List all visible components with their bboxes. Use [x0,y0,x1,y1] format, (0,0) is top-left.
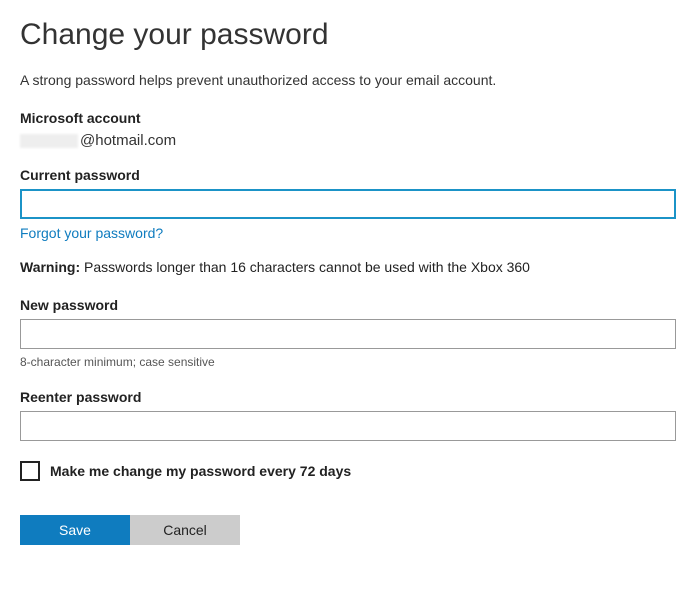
save-button[interactable]: Save [20,515,130,545]
reenter-password-label: Reenter password [20,389,680,405]
new-password-input[interactable] [20,319,676,349]
new-password-hint: 8-character minimum; case sensitive [20,355,680,369]
force-change-checkbox[interactable] [20,461,40,481]
warning-body: Passwords longer than 16 characters cann… [80,259,530,275]
account-username-redacted [20,134,78,148]
warning-text: Warning: Passwords longer than 16 charac… [20,259,680,275]
account-domain: @hotmail.com [80,132,176,149]
cancel-button[interactable]: Cancel [130,515,240,545]
warning-prefix: Warning: [20,259,80,275]
force-change-label: Make me change my password every 72 days [50,463,351,479]
page-title: Change your password [20,18,680,52]
reenter-password-input[interactable] [20,411,676,441]
current-password-input[interactable] [20,189,676,219]
account-email: @hotmail.com [20,132,680,149]
account-label: Microsoft account [20,110,680,126]
intro-text: A strong password helps prevent unauthor… [20,72,680,88]
forgot-password-link[interactable]: Forgot your password? [20,225,163,241]
current-password-label: Current password [20,167,680,183]
new-password-label: New password [20,297,680,313]
